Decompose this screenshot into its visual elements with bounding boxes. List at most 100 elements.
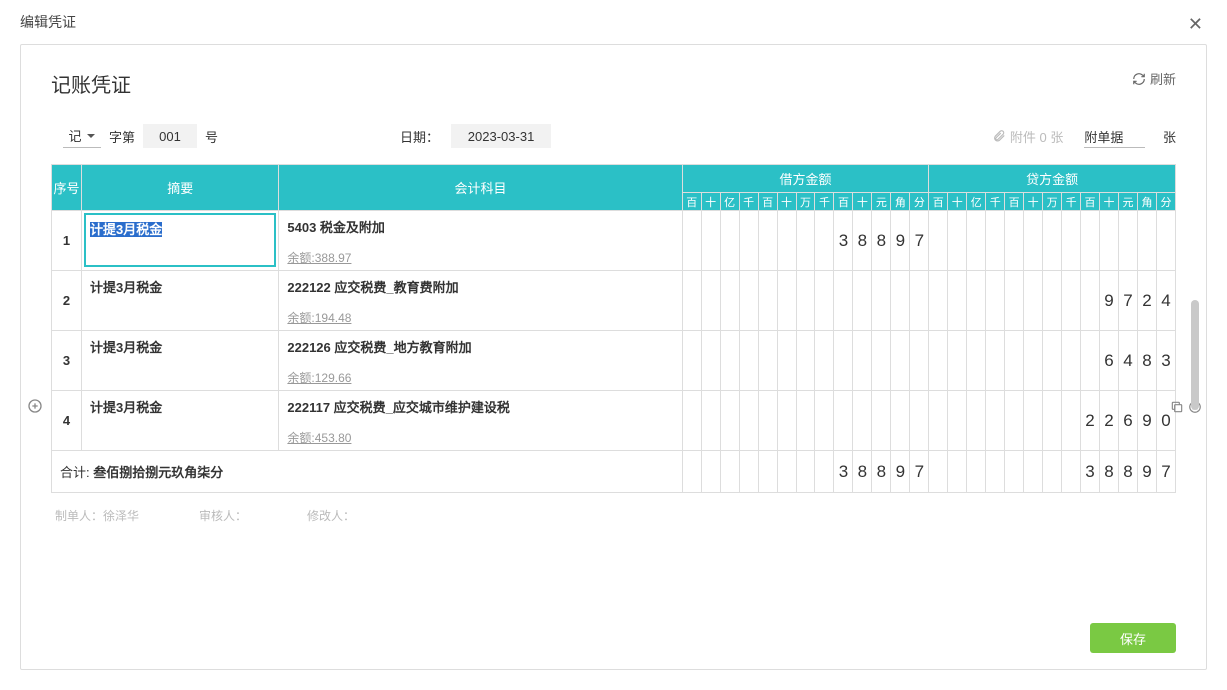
summary-cell[interactable]: 计提3月税金 — [82, 211, 279, 271]
digit-cell[interactable] — [777, 271, 796, 331]
digit-cell[interactable] — [1043, 331, 1062, 391]
digit-cell[interactable] — [1081, 271, 1100, 331]
digit-cell[interactable] — [720, 271, 739, 331]
digit-cell[interactable] — [1062, 211, 1081, 271]
summary-cell[interactable]: 计提3月税金 — [82, 331, 279, 391]
digit-cell[interactable] — [758, 391, 777, 451]
digit-cell[interactable] — [758, 211, 777, 271]
digit-cell[interactable] — [758, 331, 777, 391]
digit-cell[interactable] — [815, 391, 834, 451]
digit-cell[interactable] — [986, 331, 1005, 391]
digit-cell[interactable] — [1062, 271, 1081, 331]
digit-cell[interactable] — [1043, 211, 1062, 271]
digit-cell[interactable] — [815, 211, 834, 271]
digit-cell[interactable] — [986, 271, 1005, 331]
digit-cell[interactable] — [872, 391, 891, 451]
digit-cell[interactable] — [948, 391, 967, 451]
digit-cell[interactable] — [929, 391, 948, 451]
digit-cell[interactable]: 4 — [1118, 331, 1137, 391]
digit-cell[interactable] — [967, 211, 986, 271]
digit-cell[interactable]: 9 — [1137, 391, 1156, 451]
digit-cell[interactable] — [1005, 271, 1024, 331]
digit-cell[interactable]: 3 — [1156, 331, 1175, 391]
digit-cell[interactable] — [1156, 211, 1175, 271]
digit-cell[interactable] — [701, 271, 720, 331]
digit-cell[interactable] — [853, 271, 872, 331]
digit-cell[interactable]: 7 — [910, 211, 929, 271]
account-cell[interactable]: 5403 税金及附加余额:388.97 — [279, 211, 682, 271]
summary-input[interactable]: 计提3月税金 — [84, 213, 276, 267]
digit-cell[interactable] — [967, 271, 986, 331]
date-input[interactable]: 2023-03-31 — [451, 124, 551, 148]
digit-cell[interactable] — [1024, 331, 1043, 391]
digit-cell[interactable]: 8 — [853, 211, 872, 271]
digit-cell[interactable]: 9 — [1100, 271, 1119, 331]
digit-cell[interactable]: 2 — [1137, 271, 1156, 331]
digit-cell[interactable] — [796, 331, 815, 391]
digit-cell[interactable] — [834, 331, 853, 391]
digit-cell[interactable] — [701, 391, 720, 451]
digit-cell[interactable] — [891, 331, 910, 391]
digit-cell[interactable] — [739, 271, 758, 331]
digit-cell[interactable] — [1081, 331, 1100, 391]
digit-cell[interactable]: 2 — [1081, 391, 1100, 451]
scrollbar-thumb[interactable] — [1191, 300, 1199, 410]
account-balance[interactable]: 余额:129.66 — [287, 369, 351, 386]
digit-cell[interactable] — [929, 331, 948, 391]
digit-cell[interactable] — [739, 211, 758, 271]
digit-cell[interactable] — [796, 391, 815, 451]
digit-cell[interactable] — [720, 211, 739, 271]
digit-cell[interactable] — [758, 271, 777, 331]
digit-cell[interactable] — [796, 271, 815, 331]
digit-cell[interactable]: 6 — [1100, 331, 1119, 391]
refresh-button[interactable]: 刷新 — [1132, 69, 1176, 88]
digit-cell[interactable] — [834, 391, 853, 451]
digit-cell[interactable] — [948, 271, 967, 331]
summary-cell[interactable]: 计提3月税金 — [82, 271, 279, 331]
digit-cell[interactable] — [777, 211, 796, 271]
digit-cell[interactable]: 2 — [1100, 391, 1119, 451]
digit-cell[interactable] — [910, 391, 929, 451]
digit-cell[interactable] — [929, 271, 948, 331]
digit-cell[interactable] — [682, 331, 701, 391]
account-balance[interactable]: 余额:388.97 — [287, 249, 351, 266]
digit-cell[interactable] — [815, 271, 834, 331]
digit-cell[interactable] — [891, 271, 910, 331]
summary-cell[interactable]: 计提3月税金 — [82, 391, 279, 451]
digit-cell[interactable] — [796, 211, 815, 271]
digit-cell[interactable] — [872, 331, 891, 391]
digit-cell[interactable] — [853, 331, 872, 391]
digit-cell[interactable] — [1024, 211, 1043, 271]
save-button[interactable]: 保存 — [1090, 623, 1176, 653]
digit-cell[interactable] — [948, 211, 967, 271]
digit-cell[interactable] — [1005, 331, 1024, 391]
digit-cell[interactable] — [1118, 211, 1137, 271]
digit-cell[interactable] — [1024, 391, 1043, 451]
digit-cell[interactable] — [967, 331, 986, 391]
digit-cell[interactable] — [1005, 211, 1024, 271]
digit-cell[interactable] — [967, 391, 986, 451]
digit-cell[interactable] — [777, 331, 796, 391]
digit-cell[interactable]: 4 — [1156, 271, 1175, 331]
digit-cell[interactable] — [1137, 211, 1156, 271]
digit-cell[interactable] — [815, 331, 834, 391]
digit-cell[interactable] — [720, 331, 739, 391]
digit-cell[interactable] — [701, 331, 720, 391]
digit-cell[interactable] — [910, 331, 929, 391]
digit-cell[interactable] — [739, 391, 758, 451]
attachment-link[interactable]: 附件 0 张 — [992, 127, 1063, 146]
digit-cell[interactable] — [1062, 391, 1081, 451]
account-cell[interactable]: 222117 应交税费_应交城市维护建设税余额:453.80 — [279, 391, 682, 451]
account-cell[interactable]: 222122 应交税费_教育费附加余额:194.48 — [279, 271, 682, 331]
digit-cell[interactable] — [834, 271, 853, 331]
close-icon[interactable]: ✕ — [1188, 14, 1203, 35]
add-row-button[interactable] — [27, 398, 43, 414]
digit-cell[interactable] — [853, 391, 872, 451]
copy-row-icon[interactable] — [1170, 400, 1184, 414]
digit-cell[interactable] — [1081, 211, 1100, 271]
account-balance[interactable]: 余额:453.80 — [287, 429, 351, 446]
digit-cell[interactable] — [1062, 331, 1081, 391]
digit-cell[interactable] — [910, 271, 929, 331]
digit-cell[interactable]: 6 — [1118, 391, 1137, 451]
digit-cell[interactable] — [682, 271, 701, 331]
